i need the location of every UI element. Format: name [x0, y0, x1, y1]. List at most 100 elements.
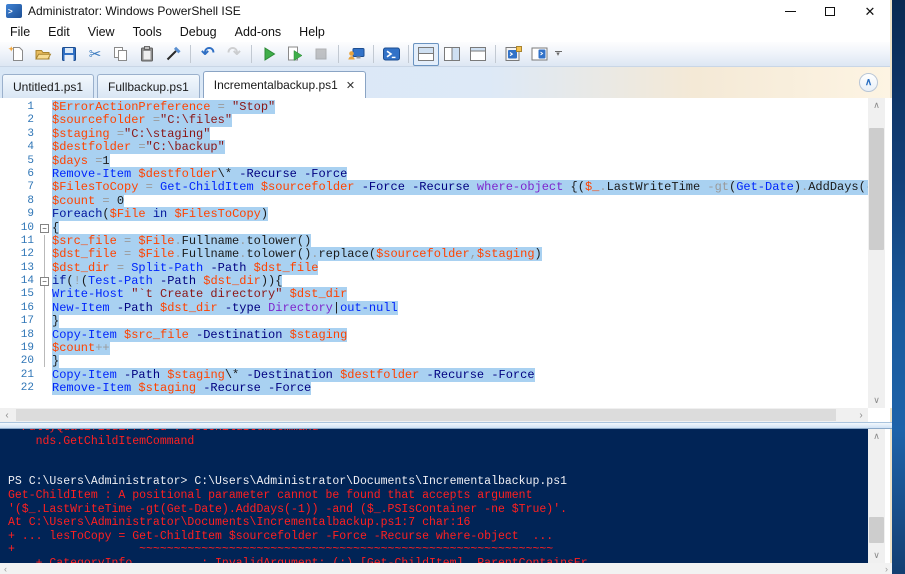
cut-icon: ✂ [88, 45, 102, 63]
line-number: 19 [20, 342, 34, 355]
code-line: $dst_file = $File.Fullname.tolower().rep… [52, 247, 542, 262]
console-line: PS C:\Users\Administrator> C:\Users\Admi… [8, 475, 567, 489]
menu-debug[interactable]: Debug [171, 23, 226, 41]
scrollbar-track [14, 408, 854, 422]
show-script-pane-right-button[interactable] [439, 43, 465, 66]
editor-vertical-scrollbar[interactable]: ∧ ∨ [868, 98, 885, 408]
run-selection-icon [286, 45, 304, 63]
powershell-ise-window: > Administrator: Windows PowerShell ISE … [0, 0, 892, 574]
toolbar-overflow-button[interactable]: ▾ [552, 43, 564, 66]
console-line: + ~~~~~~~~~~~~~~~~~~~~~~~~~~~~~~~~~~~~~~… [8, 543, 554, 557]
code-lines[interactable]: $ErrorActionPreference = "Stop" $sourcefo… [52, 100, 874, 396]
code-line: Remove-Item $destfolder\* -Recurse -Forc… [52, 166, 348, 181]
clear-console-button[interactable] [160, 43, 186, 66]
stop-operation-button[interactable] [308, 43, 334, 66]
fold-cell [40, 114, 52, 127]
code-line: $FilesToCopy = Get-ChildItem $sourcefold… [52, 180, 874, 195]
fold-cell [40, 355, 52, 368]
start-powershell-exe-button[interactable] [378, 43, 404, 66]
fold-cell [40, 302, 52, 315]
fold-cell: − [40, 275, 52, 288]
console-pane[interactable]: + FullyQualifiedErrorId : GetChildItemCo… [0, 429, 868, 563]
undo-button[interactable]: ↶ [195, 43, 221, 66]
scroll-left-icon[interactable]: ‹ [4, 564, 7, 574]
pane-splitter[interactable] [0, 422, 892, 429]
tab-label: Untitled1.ps1 [13, 79, 84, 94]
start-powershell-exe-icon [382, 45, 401, 63]
line-number: 18 [20, 328, 34, 341]
open-script-button[interactable] [30, 43, 56, 66]
paste-button[interactable] [134, 43, 160, 66]
toolbar-separator [373, 45, 374, 63]
scrollbar-thumb[interactable] [16, 409, 836, 421]
menu-bar: File Edit View Tools Debug Add-ons Help [0, 22, 890, 42]
new-powershell-tab-button[interactable] [500, 43, 526, 66]
fold-collapse-icon[interactable]: − [40, 223, 49, 233]
code-line: { [52, 220, 60, 235]
scroll-down-icon[interactable]: ∨ [868, 548, 885, 563]
scrollbar-thumb[interactable] [869, 128, 884, 250]
menu-file[interactable]: File [1, 23, 39, 41]
menu-addons[interactable]: Add-ons [226, 23, 291, 41]
run-selection-button[interactable] [282, 43, 308, 66]
line-number: 6 [27, 167, 34, 180]
fold-cell [40, 208, 52, 221]
scrollbar-thumb[interactable] [869, 517, 884, 543]
redo-button[interactable]: ↷ [221, 43, 247, 66]
menu-tools[interactable]: Tools [124, 23, 171, 41]
fold-cell [40, 168, 52, 181]
collapse-console-button[interactable]: ∧ [859, 73, 878, 92]
menu-help[interactable]: Help [290, 23, 334, 41]
code-line: $src_file = $File.Fullname.tolower() [52, 233, 312, 248]
stop-operation-icon [312, 45, 330, 63]
console-horizontal-scrollbar[interactable]: ‹ › [0, 563, 892, 574]
tab-incrementalbackupps1[interactable]: Incrementalbackup.ps1 ✕ [202, 71, 367, 98]
scroll-right-icon[interactable]: › [854, 410, 868, 421]
new-file-icon [8, 45, 26, 63]
redo-icon: ↷ [227, 45, 241, 62]
maximize-button[interactable] [810, 0, 850, 22]
line-number: 12 [20, 248, 34, 261]
show-script-pane-toggle-button[interactable] [526, 43, 552, 66]
desktop-background [892, 0, 905, 574]
line-number: 20 [20, 355, 34, 368]
copy-button[interactable] [108, 43, 134, 66]
scroll-down-icon[interactable]: ∨ [868, 393, 885, 408]
menu-view[interactable]: View [79, 23, 124, 41]
cut-button[interactable]: ✂ [82, 43, 108, 66]
minimize-button[interactable] [770, 0, 810, 22]
editor-horizontal-scrollbar[interactable]: ‹ › [0, 408, 868, 422]
console-line: Get-ChildItem : A positional parameter c… [8, 488, 533, 502]
save-script-button[interactable] [56, 43, 82, 66]
scroll-up-icon[interactable]: ∧ [868, 98, 885, 113]
tab-untitled1ps1[interactable]: Untitled1.ps1 [2, 74, 95, 98]
fold-cell [40, 262, 52, 275]
line-number: 8 [27, 194, 34, 207]
title-bar: > Administrator: Windows PowerShell ISE … [0, 0, 890, 22]
show-script-pane-top-button[interactable] [413, 42, 439, 66]
scroll-right-icon[interactable]: › [885, 564, 888, 574]
code-line: Foreach($File in $FilesToCopy) [52, 207, 269, 222]
code-line: $sourcefolder ="C:\files" [52, 113, 233, 128]
show-script-pane-maximized-button[interactable] [465, 43, 491, 66]
run-script-button[interactable] [256, 43, 282, 66]
close-button[interactable]: ✕ [850, 0, 890, 22]
scroll-left-icon[interactable]: ‹ [0, 410, 14, 421]
toolbar-overflow-icon: ▾ [554, 51, 562, 58]
line-number: 5 [27, 154, 34, 167]
script-editor[interactable]: 1 2 3 4 5 6 7 8 9 10 11 12 13 14 15 16 17 18 19 20 21 22 − − $… [0, 98, 892, 408]
code-line: $count = 0 [52, 193, 125, 208]
fold-cell [40, 288, 52, 301]
new-remote-powershell-tab-button[interactable] [343, 43, 369, 66]
tab-close-icon[interactable]: ✕ [346, 79, 355, 92]
tab-fullbackupps1[interactable]: Fullbackup.ps1 [97, 74, 200, 98]
scroll-up-icon[interactable]: ∧ [868, 429, 885, 444]
new-file-button[interactable] [4, 43, 30, 66]
menu-edit[interactable]: Edit [39, 23, 79, 41]
console-vertical-scrollbar[interactable]: ∧ ∨ [868, 429, 885, 563]
tab-label: Fullbackup.ps1 [108, 79, 189, 94]
fold-cell [40, 315, 52, 328]
fold-collapse-icon[interactable]: − [40, 277, 49, 287]
